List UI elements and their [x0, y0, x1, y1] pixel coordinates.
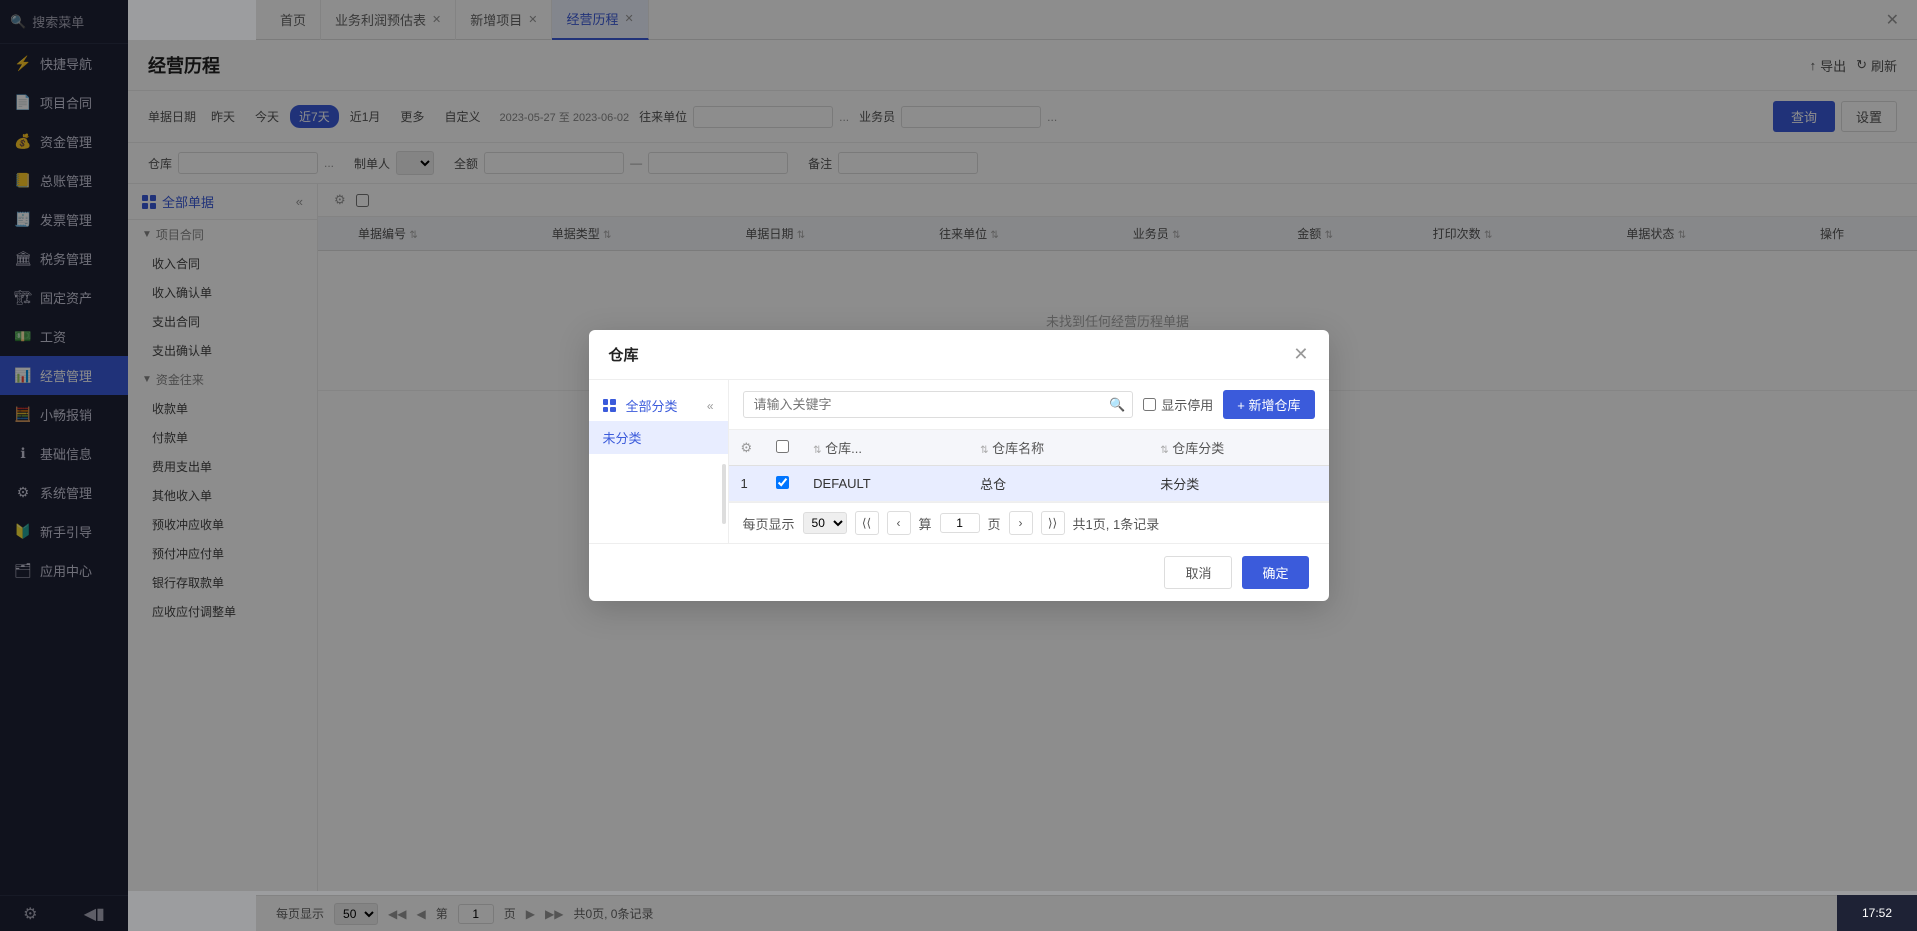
- left-scroll-indicator: [589, 454, 728, 524]
- modal-actions: 取消 确定: [589, 543, 1329, 601]
- modal-left-panel: 全部分类 « 未分类: [589, 380, 729, 543]
- pagination-next[interactable]: ›: [1009, 511, 1033, 535]
- modal-page-unit: 页: [988, 514, 1001, 533]
- modal-toolbar: 🔍 显示停用 + 新增仓库: [729, 380, 1329, 430]
- sort-name-icon: ⇅: [980, 445, 988, 456]
- td-checkbox: [764, 466, 801, 502]
- th-settings-col: ⚙: [729, 430, 765, 466]
- modal-table-area: ⚙ ⇅ 仓库... ⇅: [729, 430, 1329, 502]
- modal-overlay: 仓库 ✕ 全部分类 « 未分类: [0, 0, 1917, 931]
- modal-search-icon: 🔍: [1109, 397, 1125, 413]
- modal-right-panel: 🔍 显示停用 + 新增仓库 ⚙: [729, 380, 1329, 543]
- td-warehouse-code: DEFAULT: [801, 466, 968, 502]
- pagination-first[interactable]: ⟨⟨: [855, 511, 879, 535]
- modal-left-header: 全部分类 «: [589, 390, 728, 421]
- modal-header: 仓库 ✕: [589, 330, 1329, 380]
- modal-all-category-label: 全部分类: [626, 396, 678, 415]
- time-display: 17:52: [1862, 906, 1892, 920]
- th-warehouse-name: ⇅ 仓库名称: [968, 430, 1148, 466]
- th-warehouse-code: ⇅ 仓库...: [801, 430, 968, 466]
- cancel-button[interactable]: 取消: [1164, 556, 1232, 589]
- modal-left-items: 未分类: [589, 421, 728, 454]
- pagination-prev[interactable]: ‹: [887, 511, 911, 535]
- show-disabled-checkbox-label[interactable]: 显示停用: [1143, 395, 1213, 414]
- modal-body: 全部分类 « 未分类 🔍: [589, 380, 1329, 543]
- sort-code-icon: ⇅: [813, 445, 821, 456]
- warehouse-modal: 仓库 ✕ 全部分类 « 未分类: [589, 330, 1329, 601]
- modal-page-size-label: 每页显示: [743, 514, 795, 533]
- sort-category-icon: ⇅: [1160, 445, 1168, 456]
- modal-total-label: 共1页, 1条记录: [1073, 514, 1160, 533]
- modal-close-button[interactable]: ✕: [1293, 344, 1308, 365]
- show-disabled-checkbox[interactable]: [1143, 398, 1156, 411]
- modal-page-size-select[interactable]: 50: [803, 512, 847, 534]
- modal-page-input[interactable]: [940, 513, 980, 533]
- th-gear-icon[interactable]: ⚙: [741, 440, 753, 455]
- add-warehouse-button[interactable]: + 新增仓库: [1223, 390, 1314, 419]
- td-row-num: 1: [729, 466, 765, 502]
- modal-select-all[interactable]: [776, 440, 789, 453]
- modal-search-input[interactable]: [743, 391, 1134, 418]
- th-modal-check: [764, 430, 801, 466]
- pagination-last[interactable]: ⟩⟩: [1041, 511, 1065, 535]
- modal-uncategorized-item[interactable]: 未分类: [589, 421, 728, 454]
- modal-page-label: 算: [919, 514, 932, 533]
- modal-search-area: 🔍: [743, 391, 1134, 418]
- modal-collapse-icon[interactable]: «: [707, 399, 714, 413]
- statusbar: 17:52: [1837, 895, 1917, 931]
- warehouse-table: ⚙ ⇅ 仓库... ⇅: [729, 430, 1329, 502]
- confirm-button[interactable]: 确定: [1242, 556, 1308, 589]
- th-warehouse-category: ⇅ 仓库分类: [1148, 430, 1328, 466]
- td-warehouse-category: 未分类: [1148, 466, 1328, 502]
- td-warehouse-name: 总仓: [968, 466, 1148, 502]
- show-disabled-label: 显示停用: [1161, 395, 1213, 414]
- modal-title: 仓库: [609, 344, 639, 365]
- table-row[interactable]: 1 DEFAULT 总仓 未分类: [729, 466, 1329, 502]
- modal-pagination: 每页显示 50 ⟨⟨ ‹ 算 页 › ⟩⟩ 共1页, 1条记录: [729, 502, 1329, 543]
- modal-grid-icon: [603, 399, 616, 412]
- row-checkbox[interactable]: [776, 476, 789, 489]
